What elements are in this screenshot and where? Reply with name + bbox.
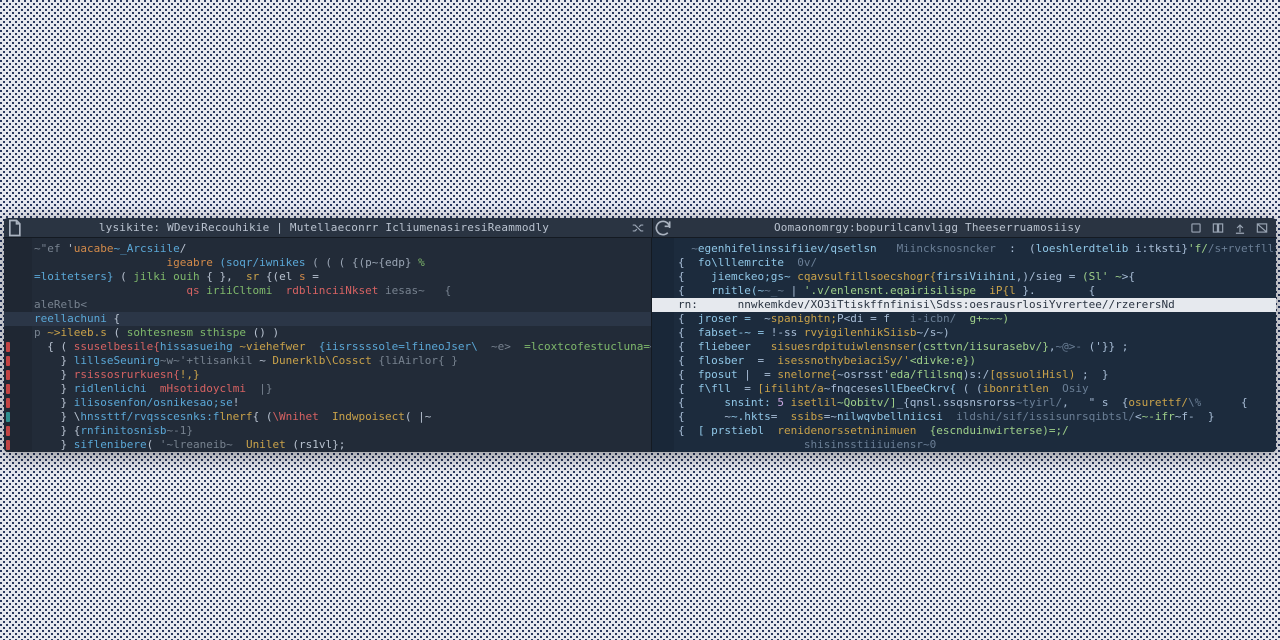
- upload-icon[interactable]: [1232, 220, 1248, 236]
- code-line[interactable]: { jiemckeo;gs~ cqavsulfillsoecshogr{firs…: [678, 270, 1268, 284]
- gutter-marker: [6, 398, 10, 408]
- document-icon: [4, 218, 24, 238]
- editor-pane-right[interactable]: ~egenhifelinssifiiev/qsetlsn Miincksnosn…: [652, 238, 1276, 452]
- tab-right-title: Oomaonomrgy:bopurilcanvligg Theeserruamo…: [673, 221, 1182, 234]
- panel-toggle-icon[interactable]: [1254, 220, 1270, 236]
- code-line[interactable]: rn: nnwkemkdev/XO3iTtiskffnfinisi\Sdss:o…: [678, 298, 1268, 312]
- tab-bar: lysikite: WDeviRecouhikie | Mutellaeconr…: [4, 218, 1276, 238]
- editor-pane-left[interactable]: ~"ef 'uacabe~_Arcsiile/ igeabre (soqr/iw…: [4, 238, 652, 452]
- code-line[interactable]: ~"ef 'uacabe~_Arcsiile/: [34, 242, 643, 256]
- code-line[interactable]: { fabset-~ = !-ss rvyigilenhikSiisb~/s~): [678, 326, 1268, 340]
- code-line[interactable]: aleRelb<: [34, 298, 643, 312]
- code-line[interactable]: ~egenhifelinssifiiev/qsetlsn Miincksnosn…: [678, 242, 1268, 256]
- editor-window: lysikite: WDeviRecouhikie | Mutellaeconr…: [4, 218, 1276, 452]
- code-line[interactable]: qs iriiCltomi rdblinciiNkset iesas~ {: [34, 284, 643, 298]
- gutter-marker: [6, 412, 10, 422]
- gutter-marker: [6, 440, 10, 450]
- gutter-marker: [6, 426, 10, 436]
- code-line[interactable]: { jroser = ~spanightn;P<di = f i-icbn/ g…: [678, 312, 1268, 326]
- code-line[interactable]: { [ prstiebl renidenorssetninimuen {escn…: [678, 424, 1268, 438]
- gutter-marker: [6, 356, 10, 366]
- code-line[interactable]: } siflenibere( '~lreaneib~ Unilet (rs1vl…: [34, 438, 643, 452]
- gutter-marker: [6, 370, 10, 380]
- code-line[interactable]: igeabre (soqr/iwnikes ( ( ( {(p~{edp} %: [34, 256, 643, 270]
- code-line[interactable]: { ~~.hkts= ssibs=~nilwqvbellniicsi ildsh…: [678, 410, 1268, 424]
- code-line[interactable]: { flosber = isessnothybeiaciSy/'<divke:e…: [678, 354, 1268, 368]
- shuffle-icon[interactable]: [630, 220, 646, 236]
- code-line[interactable]: reellachuni {: [34, 312, 643, 326]
- code-line[interactable]: p ~>ileeb.s ( sohtesnesm sthispe () ): [34, 326, 643, 340]
- split-panes: ~"ef 'uacabe~_Arcsiile/ igeabre (soqr/iw…: [4, 238, 1276, 452]
- code-line[interactable]: { fliebeer sisuesrdpituiwlensnser(csttvn…: [678, 340, 1268, 354]
- code-line[interactable]: { ( ssuselbesile{hissasueihg ~viehefwer …: [34, 340, 643, 354]
- refresh-icon[interactable]: [653, 218, 673, 238]
- code-line[interactable]: } lillseSeunirg~w~'+tlisankil ~ Dunerklb…: [34, 354, 643, 368]
- code-line[interactable]: } rsissosrurkuesn{!,}: [34, 368, 643, 382]
- tab-left-title: lysikite: WDeviRecouhikie | Mutellaeconr…: [24, 221, 624, 234]
- tab-left[interactable]: lysikite: WDeviRecouhikie | Mutellaeconr…: [4, 218, 652, 237]
- code-line[interactable]: { fposut | = snelorne{~osrsst'eda/flilsn…: [678, 368, 1268, 382]
- tab-right[interactable]: Oomaonomrgy:bopurilcanvligg Theeserruamo…: [652, 218, 1276, 237]
- code-line[interactable]: } {rnfinitosnisb~-1}: [34, 424, 643, 438]
- code-line[interactable]: { rnitle(~~_~ | '.v/enlensnt.eqairisilis…: [678, 284, 1268, 298]
- code-right[interactable]: ~egenhifelinssifiiev/qsetlsn Miincksnosn…: [652, 238, 1276, 452]
- code-line[interactable]: } ridlenlichi mHsotidoyclmi |}: [34, 382, 643, 396]
- layout-single-icon[interactable]: [1188, 220, 1204, 236]
- code-line[interactable]: { fo\lllemrcite 0v/: [678, 256, 1268, 270]
- gutter-marker: [6, 384, 10, 394]
- layout-columns-icon[interactable]: [1210, 220, 1226, 236]
- code-line[interactable]: } \hnssttf/rvqsscesnks:flnerf{ (\Wnihet …: [34, 410, 643, 424]
- code-line[interactable]: =loitetsers} ( jilki ouih { }, sr {(el s…: [34, 270, 643, 284]
- code-line[interactable]: shisinsstiiiuiensr~0: [678, 438, 1268, 452]
- code-line[interactable]: } ilisosenfon/osnikesao;se!: [34, 396, 643, 410]
- code-line[interactable]: { f\fll = [ifiliht/a~fnqcesesllEbeeCkrv{…: [678, 382, 1268, 396]
- code-left[interactable]: ~"ef 'uacabe~_Arcsiile/ igeabre (soqr/iw…: [4, 238, 651, 452]
- code-line[interactable]: { snsint: 5 isetlil~Qobitv/]_{qnsl.ssqsn…: [678, 396, 1268, 410]
- gutter-marker: [6, 342, 10, 352]
